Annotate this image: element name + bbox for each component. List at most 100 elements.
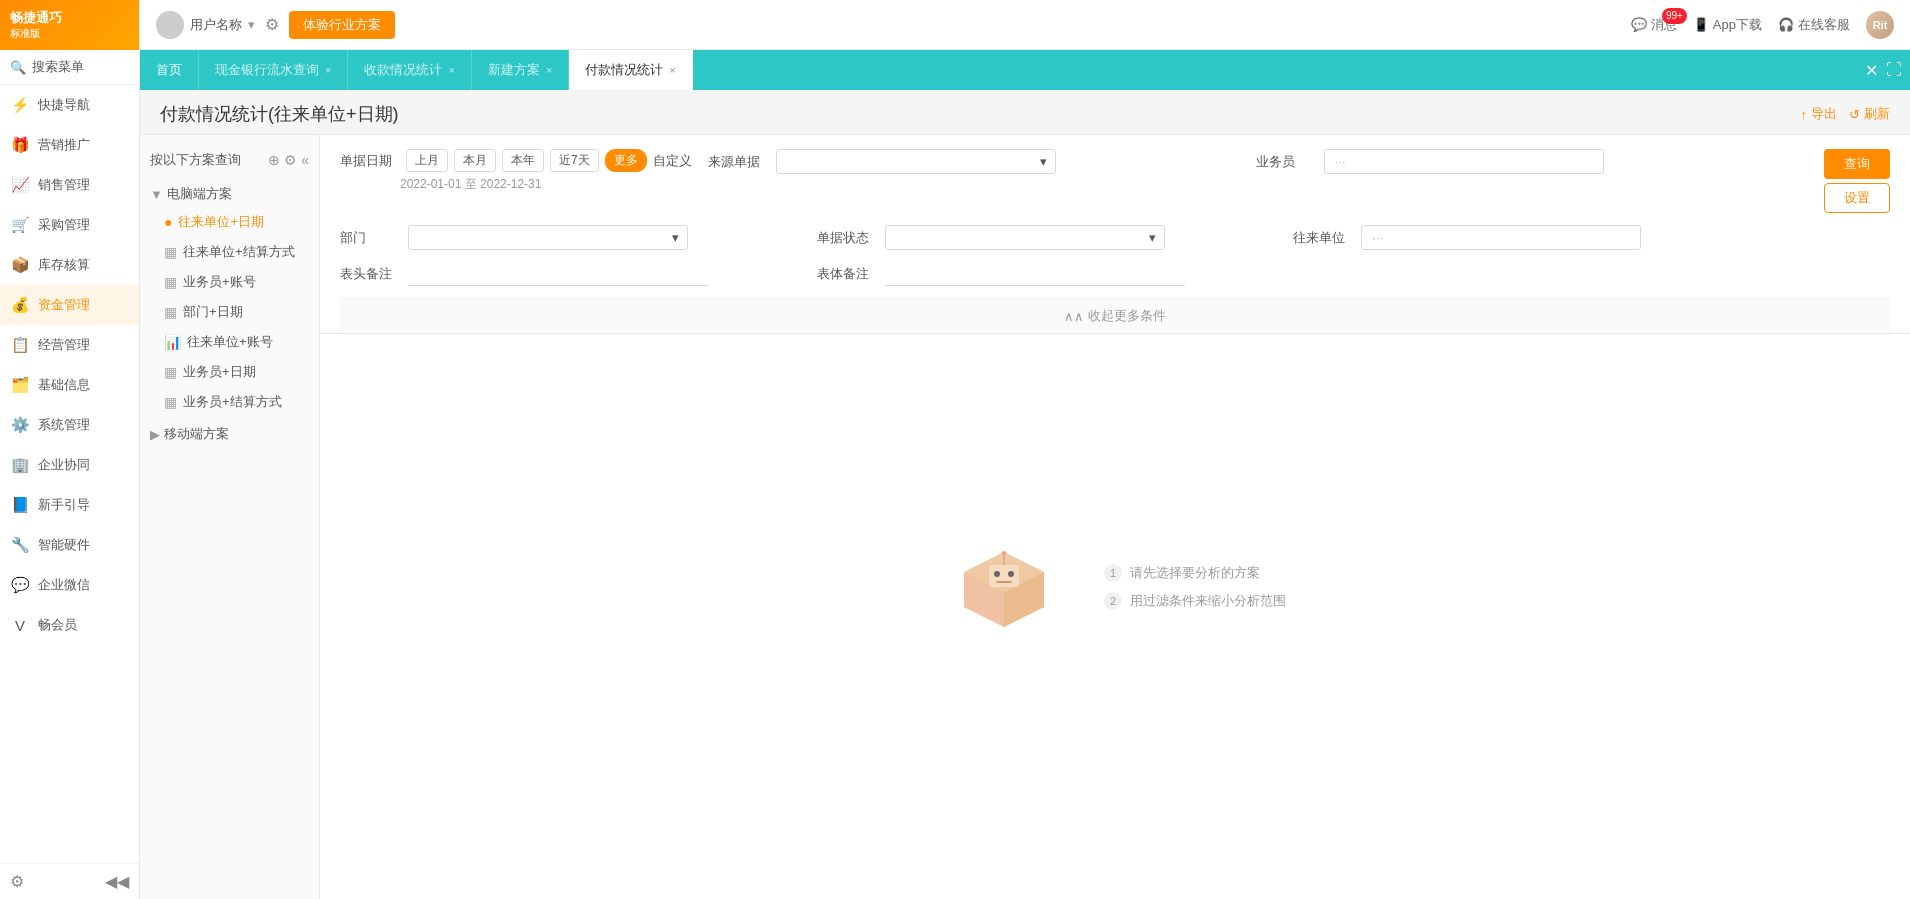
tab-bank-flow[interactable]: 现金银行流水查询 ×	[199, 50, 348, 90]
scheme-group-mobile-title[interactable]: ▶ 移动端方案	[140, 421, 319, 447]
body-remark-input[interactable]	[885, 262, 1185, 286]
date-btn-last-month[interactable]: 上月	[406, 149, 448, 172]
online-service-label: 在线客服	[1798, 16, 1850, 34]
tab-home[interactable]: 首页	[140, 50, 199, 90]
date-custom-label[interactable]: 自定义	[653, 152, 692, 170]
staff-label: 业务员	[1256, 153, 1316, 171]
sidebar-item-hardware[interactable]: 🔧 智能硬件	[0, 525, 139, 565]
source-voucher-arrow: ▾	[1040, 154, 1047, 169]
sidebar-item-newbie[interactable]: 📘 新手引导	[0, 485, 139, 525]
sidebar-item-basic[interactable]: 🗂️ 基础信息	[0, 365, 139, 405]
tab-payment-stats[interactable]: 付款情况统计 ×	[569, 50, 692, 90]
purchase-icon: 🛒	[10, 215, 30, 235]
date-btn-this-year[interactable]: 本年	[502, 149, 544, 172]
basic-icon: 🗂️	[10, 375, 30, 395]
scheme-settings-btn[interactable]: ⚙	[284, 152, 297, 168]
header-remark-label: 表头备注	[340, 265, 400, 283]
sidebar-item-wechat[interactable]: 💬 企业微信	[0, 565, 139, 605]
system-icon: ⚙️	[10, 415, 30, 435]
staff-account-icon: ▦	[164, 274, 177, 290]
header-remark-input[interactable]	[408, 262, 708, 286]
trial-btn[interactable]: 体验行业方案	[289, 11, 395, 39]
export-label: 导出	[1811, 105, 1837, 123]
sidebar-nav: ⚡ 快捷导航 🎁 营销推广 📈 销售管理 🛒 采购管理 📦 库存核算 💰 资金管…	[0, 85, 139, 863]
sidebar-label-basic: 基础信息	[38, 376, 90, 394]
dept-select[interactable]: ▾	[408, 225, 688, 250]
tab-receivable-close[interactable]: ×	[448, 64, 454, 76]
scheme-item-staff-account[interactable]: ▦ 业务员+账号	[140, 267, 319, 297]
sidebar-item-enterprise[interactable]: 🏢 企业协同	[0, 445, 139, 485]
topbar-avatar[interactable]: Rit	[1866, 11, 1894, 39]
body-remark-label: 表体备注	[817, 265, 877, 283]
date-btn-7days[interactable]: 近7天	[550, 149, 599, 172]
page-header: 付款情况统计(往来单位+日期) ↑ 导出 ↺ 刷新	[140, 90, 1910, 135]
user-area[interactable]: 用户名称 ▾	[156, 11, 255, 39]
right-panel: 单据日期 上月 本月 本年 近7天 更多 自定义 2022-01-01 至 20…	[320, 135, 1910, 899]
sidebar-collapse-btn[interactable]: ◀◀	[105, 872, 129, 891]
staff-input[interactable]: ···	[1324, 149, 1604, 174]
scheme-item-unit-date[interactable]: ● 往来单位+日期	[140, 207, 319, 237]
scheme-panel: 按以下方案查询 ⊕ ⚙ « ▼ 电脑端方案 ● 往来单位+日期 ▦	[140, 135, 320, 899]
sidebar-settings-btn[interactable]: ⚙	[10, 872, 24, 891]
settings-btn[interactable]: 设置	[1824, 183, 1890, 213]
empty-illustration	[944, 537, 1064, 637]
unit-input[interactable]: ···	[1361, 225, 1641, 250]
sidebar-item-quick-nav[interactable]: ⚡ 快捷导航	[0, 85, 139, 125]
online-service-btn[interactable]: 🎧 在线客服	[1778, 16, 1850, 34]
sidebar-item-operations[interactable]: 📋 经营管理	[0, 325, 139, 365]
sidebar-label-operations: 经营管理	[38, 336, 90, 354]
scheme-item-staff-settle[interactable]: ▦ 业务员+结算方式	[140, 387, 319, 417]
app-download-btn[interactable]: 📱 App下载	[1693, 16, 1762, 34]
sidebar-item-purchase[interactable]: 🛒 采购管理	[0, 205, 139, 245]
enterprise-icon: 🏢	[10, 455, 30, 475]
scheme-item-unit-settle[interactable]: ▦ 往来单位+结算方式	[140, 237, 319, 267]
wechat-icon: 💬	[10, 575, 30, 595]
date-btn-this-month[interactable]: 本月	[454, 149, 496, 172]
scheme-group-mobile: ▶ 移动端方案	[140, 421, 319, 447]
dropdown-icon[interactable]: ▾	[248, 17, 255, 32]
tab-new-scheme-close[interactable]: ×	[546, 64, 552, 76]
scheme-item-unit-account[interactable]: 📊 往来单位+账号	[140, 327, 319, 357]
voucher-status-label: 单据状态	[817, 229, 877, 247]
sidebar-label-newbie: 新手引导	[38, 496, 90, 514]
scheme-panel-icons: ⊕ ⚙ «	[268, 152, 309, 168]
tabs-bar: 首页 现金银行流水查询 × 收款情况统计 × 新建方案 × 付款情况统计 × ✕…	[140, 50, 1910, 90]
scheme-item-staff-date[interactable]: ▦ 业务员+日期	[140, 357, 319, 387]
tab-receivable[interactable]: 收款情况统计 ×	[348, 50, 471, 90]
search-menu-label: 搜索菜单	[32, 58, 84, 76]
sidebar-item-sales[interactable]: 📈 销售管理	[0, 165, 139, 205]
source-voucher-select[interactable]: ▾	[776, 149, 1056, 174]
sidebar-item-system[interactable]: ⚙️ 系统管理	[0, 405, 139, 445]
message-icon: 💬	[1631, 17, 1647, 32]
collapse-btn[interactable]: ∧∧ 收起更多条件	[340, 298, 1890, 333]
dept-arrow: ▾	[672, 230, 679, 245]
scheme-collapse-btn[interactable]: «	[301, 152, 309, 168]
tab-expand-icon[interactable]: ⛶	[1886, 61, 1902, 79]
export-btn[interactable]: ↑ 导出	[1801, 105, 1838, 123]
sidebar-label-hardware: 智能硬件	[38, 536, 90, 554]
tab-new-scheme[interactable]: 新建方案 ×	[472, 50, 569, 90]
scheme-group-desktop-title[interactable]: ▼ 电脑端方案	[140, 181, 319, 207]
sidebar-item-marketing[interactable]: 🎁 营销推广	[0, 125, 139, 165]
sidebar-label-member: 畅会员	[38, 616, 77, 634]
tab-close-all-icon[interactable]: ✕	[1865, 61, 1878, 80]
svg-rect-4	[989, 565, 1019, 587]
topbar-settings-icon[interactable]: ⚙	[265, 15, 279, 34]
voucher-status-select[interactable]: ▾	[885, 225, 1165, 250]
sidebar-item-member[interactable]: V 畅会员	[0, 605, 139, 645]
date-btn-more[interactable]: 更多	[605, 149, 647, 172]
tab-payment-stats-close[interactable]: ×	[669, 64, 675, 76]
scheme-item-dept-date[interactable]: ▦ 部门+日期	[140, 297, 319, 327]
search-menu[interactable]: 🔍 搜索菜单	[0, 50, 139, 85]
scheme-add-btn[interactable]: ⊕	[268, 152, 280, 168]
refresh-icon: ↺	[1849, 107, 1860, 122]
tab-receivable-label: 收款情况统计	[364, 61, 442, 79]
sidebar-item-inventory[interactable]: 📦 库存核算	[0, 245, 139, 285]
dept-label: 部门	[340, 229, 400, 247]
sidebar-item-finance[interactable]: 💰 资金管理	[0, 285, 139, 325]
marketing-icon: 🎁	[10, 135, 30, 155]
query-btn[interactable]: 查询	[1824, 149, 1890, 179]
tab-bank-flow-close[interactable]: ×	[325, 64, 331, 76]
refresh-btn[interactable]: ↺ 刷新	[1849, 105, 1890, 123]
messages-btn[interactable]: 💬 消息 99+	[1631, 16, 1677, 34]
